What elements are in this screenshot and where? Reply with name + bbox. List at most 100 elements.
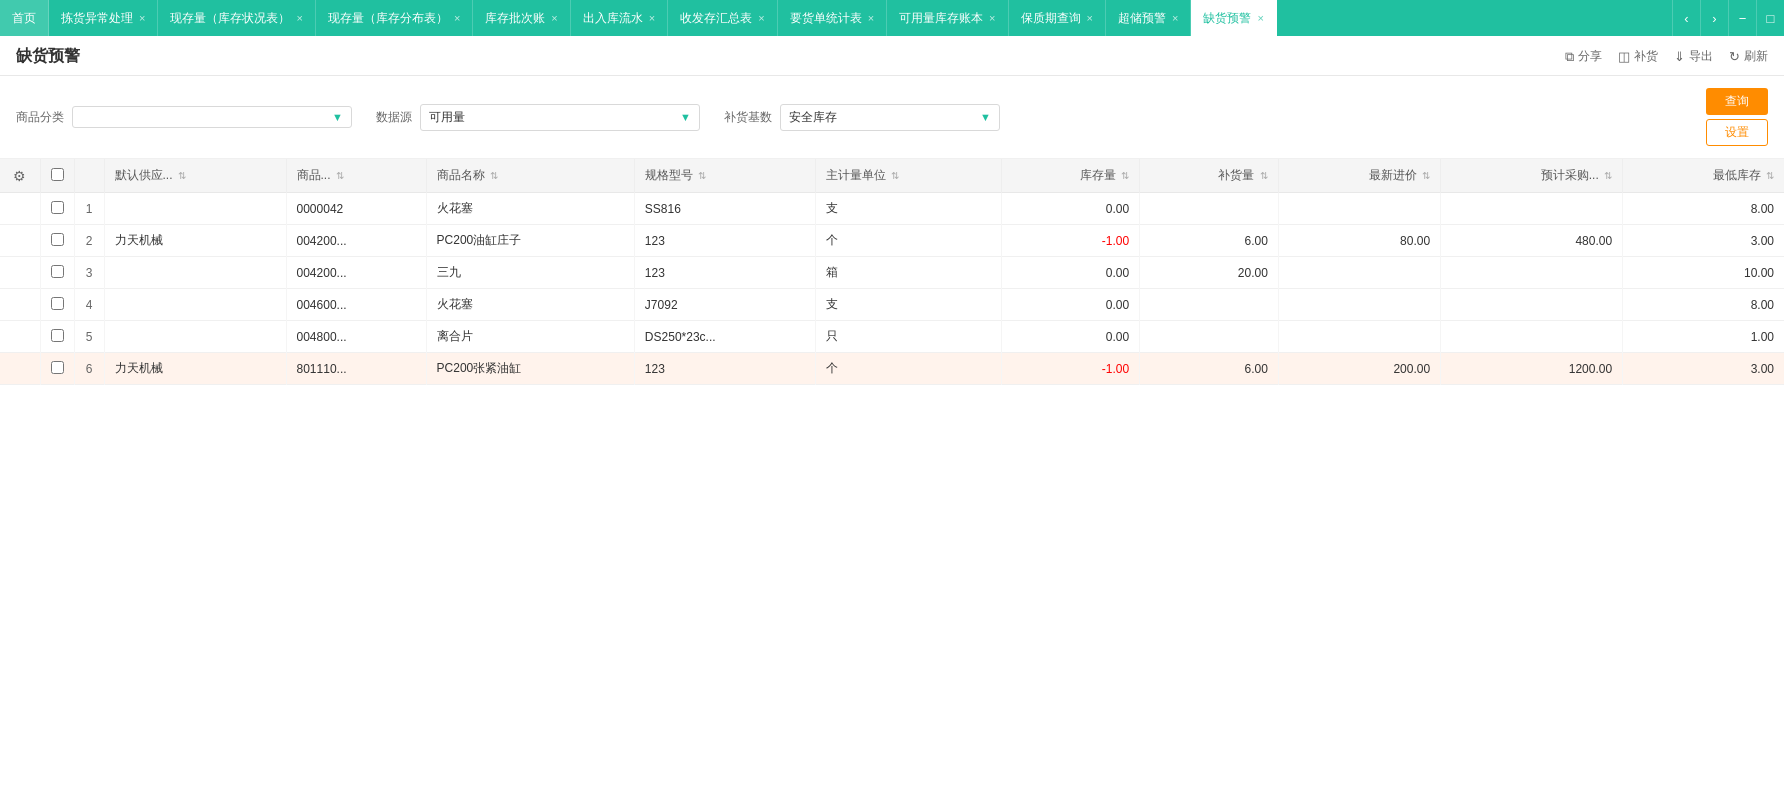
- tab-expiry-query-close[interactable]: ×: [1087, 12, 1093, 24]
- tab-shortage-close[interactable]: ×: [1257, 12, 1263, 24]
- row-latest-price: [1278, 193, 1440, 225]
- row-stock: 0.00: [1001, 321, 1140, 353]
- row-stock: 0.00: [1001, 257, 1140, 289]
- column-default-supplier: 默认供应... ⇅: [104, 159, 286, 193]
- tab-demand-stats[interactable]: 要货单统计表 ×: [778, 0, 887, 36]
- row-replenish-qty: 6.00: [1140, 225, 1279, 257]
- row-number: 3: [74, 257, 104, 289]
- share-button[interactable]: ⧉ 分享: [1565, 48, 1602, 65]
- base-select[interactable]: 安全库存 ▼: [780, 104, 1000, 131]
- tab-inout-flow[interactable]: 出入库流水 ×: [571, 0, 668, 36]
- row-number: 2: [74, 225, 104, 257]
- row-checkbox-1[interactable]: [51, 233, 64, 246]
- select-all-checkbox[interactable]: [51, 168, 64, 181]
- filter-bar: 商品分类 ▼ 数据源 可用量 ▼ 补货基数 安全库存 ▼ 查询 设置: [0, 76, 1784, 159]
- tab-minimize-button[interactable]: −: [1728, 0, 1756, 36]
- row-unit: 个: [815, 353, 1001, 385]
- tab-available-ledger[interactable]: 可用量库存账本 ×: [887, 0, 1008, 36]
- row-spec: SS816: [634, 193, 815, 225]
- column-checkbox-header: [40, 159, 74, 193]
- tab-receipt-summary[interactable]: 收发存汇总表 ×: [668, 0, 777, 36]
- row-supplier: 力天机械: [104, 353, 286, 385]
- row-spec: 123: [634, 353, 815, 385]
- column-settings-icon[interactable]: ⚙: [13, 168, 26, 184]
- tab-inventory-status-close[interactable]: ×: [296, 12, 302, 24]
- row-checkbox-cell: [40, 353, 74, 385]
- column-latest-price: 最新进价 ⇅: [1278, 159, 1440, 193]
- tab-available-ledger-close[interactable]: ×: [989, 12, 995, 24]
- query-button[interactable]: 查询: [1706, 88, 1768, 115]
- price-sort-icon: ⇅: [1422, 170, 1430, 181]
- category-select[interactable]: ▼: [72, 106, 352, 128]
- table-row: 3 004200... 三九 123 箱 0.00 20.00 10.00: [0, 257, 1784, 289]
- row-checkbox-3[interactable]: [51, 297, 64, 310]
- tab-next-button[interactable]: ›: [1700, 0, 1728, 36]
- settings-button[interactable]: 设置: [1706, 119, 1768, 146]
- tab-batch-account-close[interactable]: ×: [551, 12, 557, 24]
- tab-inventory-dist[interactable]: 现存量（库存分布表） ×: [316, 0, 473, 36]
- row-product-code: 0000042: [286, 193, 426, 225]
- estimated-sort-icon: ⇅: [1604, 170, 1612, 181]
- column-estimated-purchase: 预计采购... ⇅: [1441, 159, 1623, 193]
- row-gear-cell: [0, 257, 40, 289]
- column-stock: 库存量 ⇅: [1001, 159, 1140, 193]
- row-checkbox-4[interactable]: [51, 329, 64, 342]
- row-product-code: 004200...: [286, 257, 426, 289]
- row-number: 5: [74, 321, 104, 353]
- tab-inventory-status[interactable]: 现存量（库存状况表） ×: [158, 0, 315, 36]
- tab-maximize-button[interactable]: □: [1756, 0, 1784, 36]
- tab-abnormal[interactable]: 拣货异常处理 ×: [49, 0, 158, 36]
- datasource-select[interactable]: 可用量 ▼: [420, 104, 700, 131]
- row-checkbox-2[interactable]: [51, 265, 64, 278]
- column-product-code: 商品... ⇅: [286, 159, 426, 193]
- row-checkbox-cell: [40, 225, 74, 257]
- row-product-code: 004600...: [286, 289, 426, 321]
- replenish-button[interactable]: ◫ 补货: [1618, 48, 1658, 65]
- tab-demand-stats-close[interactable]: ×: [868, 12, 874, 24]
- tab-prev-button[interactable]: ‹: [1672, 0, 1700, 36]
- row-product-name: 火花塞: [426, 193, 634, 225]
- row-number: 6: [74, 353, 104, 385]
- unit-sort-icon: ⇅: [891, 170, 899, 181]
- category-label: 商品分类: [16, 109, 64, 126]
- row-supplier: [104, 289, 286, 321]
- tab-abnormal-close[interactable]: ×: [139, 12, 145, 24]
- row-product-name: PC200油缸庄子: [426, 225, 634, 257]
- row-product-name: 三九: [426, 257, 634, 289]
- tab-bar: 首页 拣货异常处理 × 现存量（库存状况表） × 现存量（库存分布表） × 库存…: [0, 0, 1784, 36]
- tab-inout-flow-close[interactable]: ×: [649, 12, 655, 24]
- row-checkbox-0[interactable]: [51, 201, 64, 214]
- row-gear-cell: [0, 193, 40, 225]
- tab-expiry-query[interactable]: 保质期查询 ×: [1009, 0, 1106, 36]
- row-latest-price: [1278, 289, 1440, 321]
- table-row: 1 0000042 火花塞 SS816 支 0.00 8.00: [0, 193, 1784, 225]
- tab-home[interactable]: 首页: [0, 0, 49, 36]
- row-checkbox-cell: [40, 193, 74, 225]
- tab-nav-buttons: ‹ › − □: [1672, 0, 1784, 36]
- refresh-button[interactable]: ↻ 刷新: [1729, 48, 1768, 65]
- export-button[interactable]: ⇓ 导出: [1674, 48, 1713, 65]
- table-row: 4 004600... 火花塞 J7092 支 0.00 8.00: [0, 289, 1784, 321]
- base-label: 补货基数: [724, 109, 772, 126]
- row-unit: 支: [815, 193, 1001, 225]
- export-icon: ⇓: [1674, 49, 1685, 64]
- tab-inventory-dist-close[interactable]: ×: [454, 12, 460, 24]
- tab-batch-account[interactable]: 库存批次账 ×: [473, 0, 570, 36]
- replenish-icon: ◫: [1618, 49, 1630, 64]
- row-supplier: [104, 321, 286, 353]
- row-spec: DS250*23c...: [634, 321, 815, 353]
- refresh-icon: ↻: [1729, 49, 1740, 64]
- filter-actions: 查询 设置: [1706, 88, 1768, 146]
- tab-receipt-summary-close[interactable]: ×: [758, 12, 764, 24]
- row-stock: 0.00: [1001, 289, 1140, 321]
- min-stock-sort-icon: ⇅: [1766, 170, 1774, 181]
- tab-overstock[interactable]: 超储预警 ×: [1106, 0, 1191, 36]
- table-row: 5 004800... 离合片 DS250*23c... 只 0.00 1.00: [0, 321, 1784, 353]
- row-supplier: [104, 257, 286, 289]
- tab-overstock-close[interactable]: ×: [1172, 12, 1178, 24]
- table-header-row: ⚙ 默认供应... ⇅ 商品... ⇅ 商品名称: [0, 159, 1784, 193]
- row-checkbox-5[interactable]: [51, 361, 64, 374]
- header-actions: ⧉ 分享 ◫ 补货 ⇓ 导出 ↻ 刷新: [1565, 48, 1768, 65]
- row-gear-cell: [0, 353, 40, 385]
- tab-shortage[interactable]: 缺货预警 ×: [1191, 0, 1276, 36]
